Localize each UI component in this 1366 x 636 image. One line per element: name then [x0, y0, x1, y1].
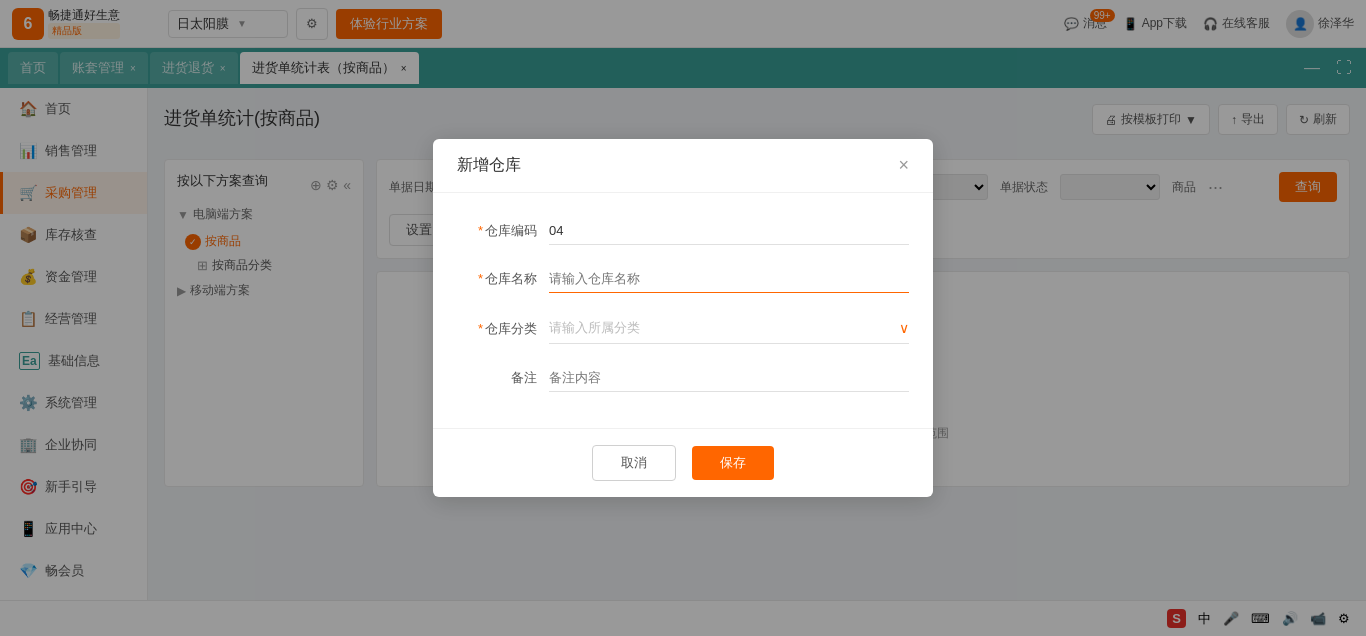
warehouse-name-label: *仓库名称	[457, 270, 537, 288]
warehouse-code-row: *仓库编码	[457, 217, 909, 245]
dialog-overlay: 新增仓库 × *仓库编码 *仓库名称 *仓库分类	[0, 0, 1366, 636]
remark-label: 备注	[457, 369, 537, 387]
warehouse-code-label: *仓库编码	[457, 222, 537, 240]
warehouse-category-label: *仓库分类	[457, 320, 537, 338]
warehouse-category-placeholder: 请输入所属分类	[549, 319, 640, 337]
cancel-button[interactable]: 取消	[592, 445, 676, 481]
warehouse-category-arrow: ∨	[899, 320, 909, 336]
dialog-close-button[interactable]: ×	[898, 155, 909, 176]
warehouse-code-input[interactable]	[549, 217, 909, 245]
warehouse-name-row: *仓库名称	[457, 265, 909, 293]
remark-row: 备注	[457, 364, 909, 392]
save-button[interactable]: 保存	[692, 446, 774, 480]
new-warehouse-dialog: 新增仓库 × *仓库编码 *仓库名称 *仓库分类	[433, 139, 933, 497]
dialog-body: *仓库编码 *仓库名称 *仓库分类 请输入所属分类 ∨	[433, 193, 933, 428]
dialog-footer: 取消 保存	[433, 428, 933, 497]
dialog-header: 新增仓库 ×	[433, 139, 933, 193]
warehouse-name-input[interactable]	[549, 265, 909, 293]
dialog-title: 新增仓库	[457, 155, 521, 176]
warehouse-category-select[interactable]: 请输入所属分类 ∨	[549, 313, 909, 344]
warehouse-category-row: *仓库分类 请输入所属分类 ∨	[457, 313, 909, 344]
remark-input[interactable]	[549, 364, 909, 392]
